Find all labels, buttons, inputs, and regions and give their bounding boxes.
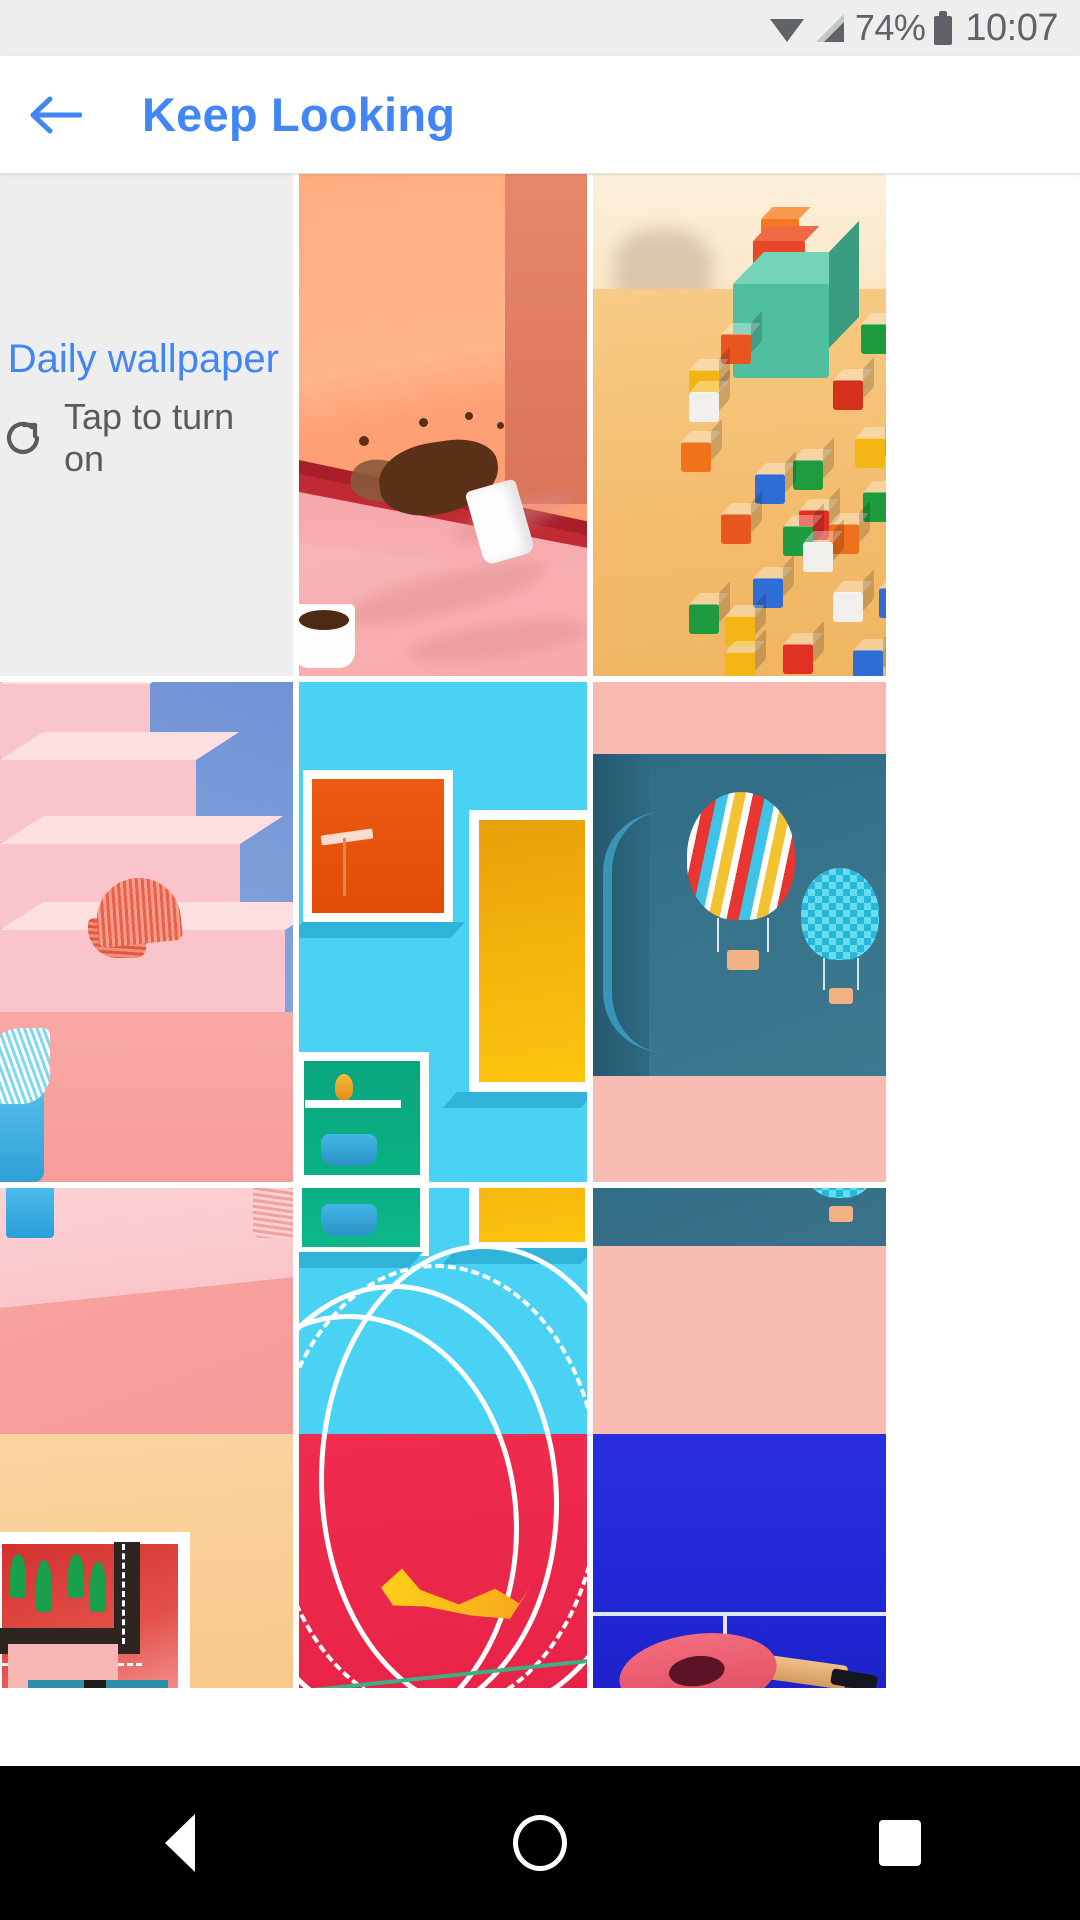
wallpaper-tile-spilled-coffee[interactable] (299, 174, 587, 676)
back-arrow-icon (28, 94, 83, 136)
nav-back-button[interactable] (105, 1766, 255, 1920)
wallpaper-tile-salmon-room[interactable] (0, 1188, 293, 1688)
wallpaper-tile-pink-stairs[interactable] (0, 682, 293, 1182)
status-bar: 74% 10:07 (0, 0, 1080, 56)
wallpaper-tile-desert-maze[interactable] (0, 1434, 293, 1688)
wallpaper-tile-ping-pong[interactable] (593, 1434, 886, 1688)
triangle-back-icon (165, 1814, 195, 1872)
daily-wallpaper-title: Daily wallpaper (7, 336, 279, 381)
back-button[interactable] (0, 56, 110, 174)
daily-wallpaper-subtitle: Tap to turn on (64, 395, 235, 479)
square-recents-icon (879, 1820, 921, 1866)
app-bar: Keep Looking (0, 56, 1080, 174)
wallpaper-tile-cyan-shelves[interactable] (299, 682, 587, 1182)
signal-icon (814, 13, 846, 43)
wallpaper-grid: Daily wallpaper Tap to turn on (0, 174, 1080, 1766)
daily-wallpaper-tile[interactable]: Daily wallpaper Tap to turn on (0, 174, 293, 676)
wallpaper-tile-colored-cubes[interactable] (593, 174, 886, 676)
status-icons: 74% 10:07 (769, 7, 1058, 50)
wifi-icon (769, 13, 805, 43)
battery-icon (934, 11, 953, 45)
circle-home-icon (513, 1815, 567, 1871)
page-title: Keep Looking (142, 88, 456, 141)
daily-wallpaper-status-row: Tap to turn on (0, 396, 279, 480)
system-navigation-bar (0, 1766, 1080, 1920)
status-clock: 10:07 (965, 6, 1058, 49)
battery-percent-label: 74% (854, 7, 926, 48)
nav-recents-button[interactable] (825, 1766, 975, 1920)
wallpaper-tile-running-track[interactable] (299, 1244, 587, 1688)
wallpaper-tile-cyan-shelves-lower[interactable] (299, 1188, 587, 1688)
refresh-icon (0, 415, 46, 461)
nav-home-button[interactable] (465, 1766, 615, 1920)
wallpaper-tile-hot-air-balloons[interactable] (593, 682, 886, 1182)
wallpaper-tile-pink-block[interactable] (593, 1188, 886, 1688)
